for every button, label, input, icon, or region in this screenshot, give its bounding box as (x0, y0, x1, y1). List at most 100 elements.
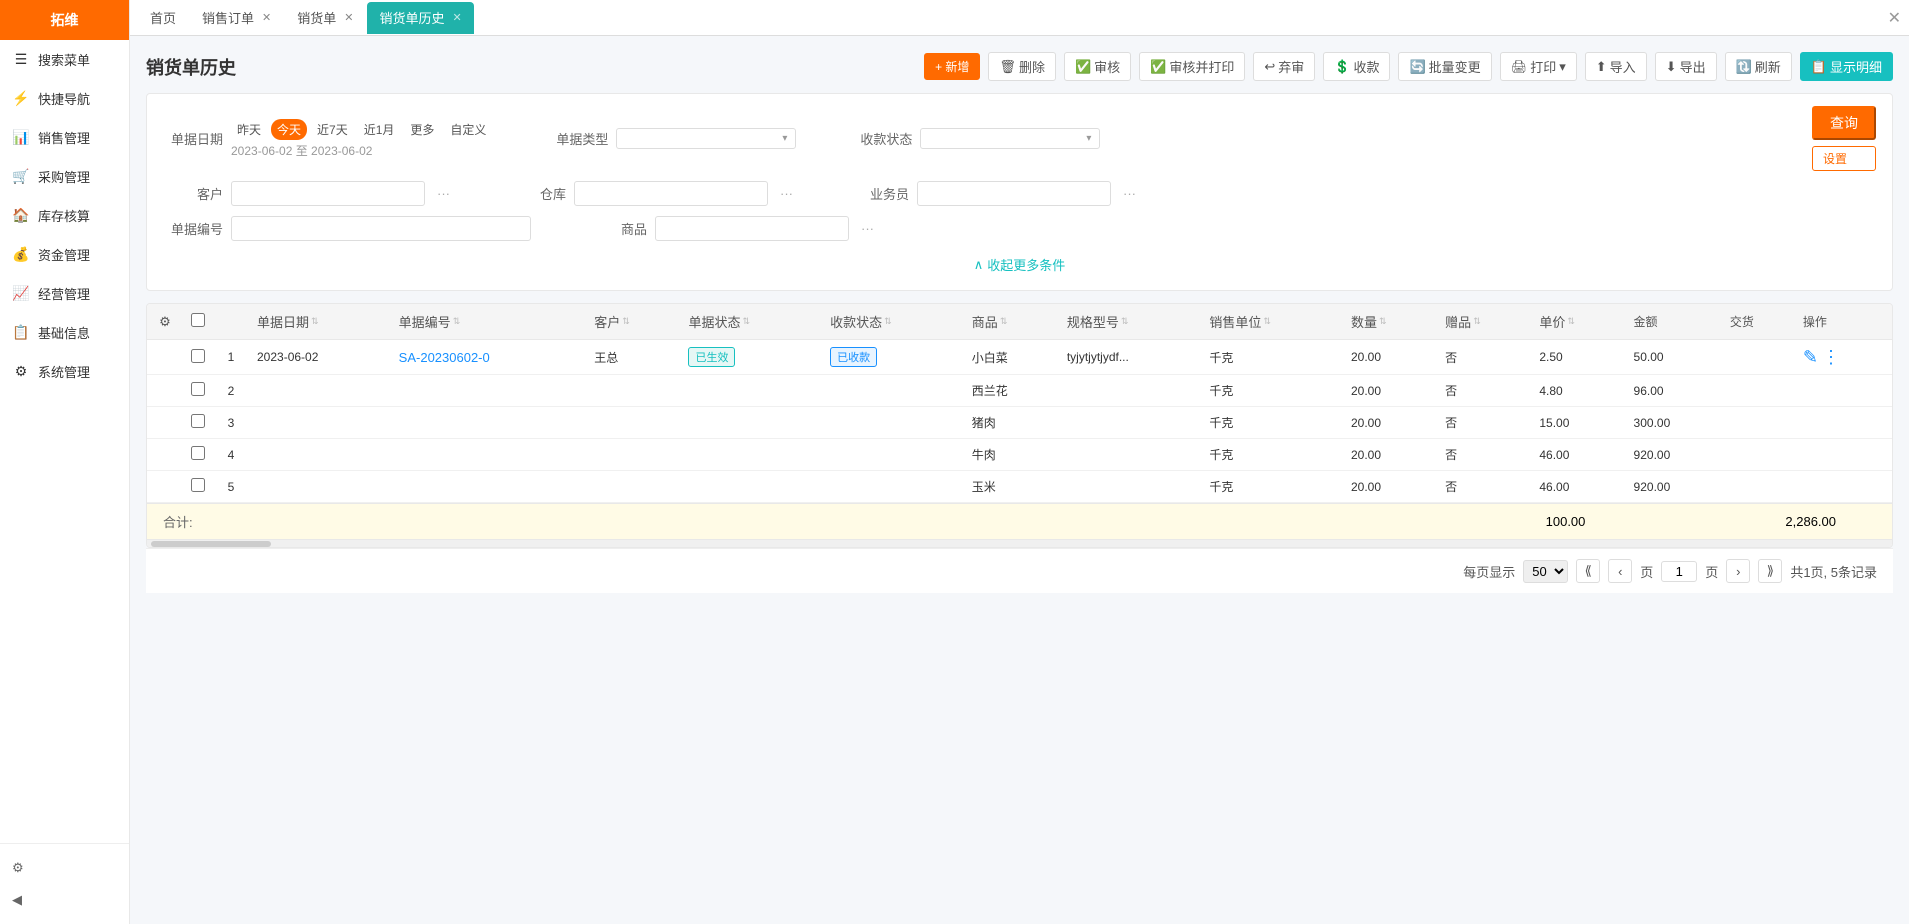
row-check-1[interactable] (183, 340, 213, 375)
date-tab-yesterday[interactable]: 昨天 (231, 119, 267, 140)
th-price[interactable]: 单价 ⇅ (1531, 304, 1625, 340)
paystatus-badge-1: 已收款 (830, 347, 877, 367)
sidebar-item-finance[interactable]: 💰 资金管理 (0, 235, 129, 274)
sidebar-item-operation[interactable]: 📈 经营管理 (0, 274, 129, 313)
row-check-2[interactable] (183, 375, 213, 407)
doc-no-input[interactable] (231, 216, 531, 241)
abandon-button[interactable]: ↩ 弃审 (1253, 52, 1315, 81)
sidebar-item-inventory[interactable]: 🏠 库存核算 (0, 196, 129, 235)
row-status-2 (680, 375, 822, 407)
doc-no-link-1[interactable]: SA-20230602-0 (399, 350, 490, 365)
tab-sales-history-close[interactable]: ✕ (453, 11, 462, 24)
th-setting[interactable]: ⚙ (147, 304, 183, 340)
row-checkbox-5[interactable] (191, 478, 205, 492)
audit-button[interactable]: ✅ 审核 (1064, 52, 1131, 81)
row-checkbox-4[interactable] (191, 446, 205, 460)
page-last-button[interactable]: ⟫ (1758, 559, 1782, 583)
customer-input[interactable] (231, 181, 425, 206)
audit-print-button[interactable]: ✅ 审核并打印 (1139, 52, 1245, 81)
pay-status-dropdown[interactable]: ▾ (920, 128, 1100, 149)
per-page-select[interactable]: 50 (1523, 560, 1568, 583)
type-dropdown[interactable]: ▾ (616, 128, 796, 149)
th-goods[interactable]: 商品 ⇅ (964, 304, 1059, 340)
row-amount-5: 920.00 (1626, 471, 1722, 503)
sidebar-item-quicknav[interactable]: ⚡ 快捷导航 (0, 79, 129, 118)
tab-sales-goods-close[interactable]: ✕ (344, 11, 353, 24)
th-gift[interactable]: 赠品 ⇅ (1437, 304, 1531, 340)
row-price-5: 46.00 (1531, 471, 1625, 503)
warehouse-picker-icon[interactable]: ··· (780, 186, 793, 201)
pay-status-label: 收款状态 (852, 129, 912, 148)
sidebar-item-sales[interactable]: 📊 销售管理 (0, 118, 129, 157)
goods-picker-icon[interactable]: ··· (861, 221, 874, 236)
show-bright-button[interactable]: 📋 显示明细 (1800, 52, 1893, 81)
date-tab-1month[interactable]: 近1月 (358, 119, 401, 140)
salesman-picker-icon[interactable]: ··· (1123, 186, 1136, 201)
row-checkbox-1[interactable] (191, 349, 205, 363)
goods-input[interactable] (655, 216, 849, 241)
query-button[interactable]: 查询 (1812, 106, 1876, 140)
page-first-button[interactable]: ⟪ (1576, 559, 1600, 583)
salesman-input[interactable] (917, 181, 1111, 206)
import-button[interactable]: ⬆ 导入 (1585, 52, 1647, 81)
th-doc-no[interactable]: 单据编号 ⇅ (391, 304, 587, 340)
tab-sales-order[interactable]: 销售订单 ✕ (190, 2, 283, 34)
row-status-4 (680, 439, 822, 471)
sidebar-item-search[interactable]: ☰ 搜索菜单 (0, 40, 129, 79)
tab-bar-close-button[interactable]: ✕ (1888, 8, 1901, 28)
sidebar-collapse-button[interactable]: ◀ (0, 884, 129, 916)
row-checkbox-2[interactable] (191, 382, 205, 396)
sidebar-item-basic-info[interactable]: 📋 基础信息 (0, 313, 129, 352)
settings-button[interactable]: 设置 (1812, 146, 1876, 171)
th-customer[interactable]: 客户 ⇅ (586, 304, 680, 340)
edit-btn-1[interactable]: ✎ (1803, 348, 1818, 366)
select-all-checkbox[interactable] (191, 313, 205, 327)
row-action-3 (1795, 407, 1892, 439)
warehouse-input[interactable] (574, 181, 768, 206)
new-button[interactable]: + 新增 (924, 53, 980, 80)
th-unit[interactable]: 销售单位 ⇅ (1201, 304, 1343, 340)
th-qty[interactable]: 数量 ⇅ (1343, 304, 1437, 340)
tab-sales-history[interactable]: 销货单历史 ✕ (367, 2, 473, 34)
abandon-icon: ↩ (1264, 59, 1275, 75)
th-check[interactable] (183, 304, 213, 340)
sidebar-bottom-settings[interactable]: ⚙ (0, 852, 129, 884)
date-tab-custom[interactable]: 自定义 (444, 119, 492, 140)
page-prev-button[interactable]: ‹ (1608, 559, 1632, 583)
date-tabs-group: 昨天 今天 近7天 近1月 更多 自定义 2023-06-02 至 2023-0… (231, 119, 492, 159)
tab-sales-goods[interactable]: 销货单 ✕ (285, 2, 365, 34)
more-btn-1[interactable]: ⋮ (1822, 348, 1840, 366)
th-spec[interactable]: 规格型号 ⇅ (1059, 304, 1202, 340)
date-label: 单据日期 (163, 129, 223, 148)
row-check-4[interactable] (183, 439, 213, 471)
collapse-filter-button[interactable]: ∧ 收起更多条件 (163, 251, 1876, 278)
row-check-3[interactable] (183, 407, 213, 439)
batch-change-button[interactable]: 🔄 批量变更 (1398, 52, 1491, 81)
sidebar-item-purchase[interactable]: 🛒 采购管理 (0, 157, 129, 196)
type-dropdown-arrow: ▾ (782, 133, 787, 144)
print-button[interactable]: 🖨 打印 ▾ (1500, 52, 1577, 81)
th-status[interactable]: 单据状态 ⇅ (680, 304, 822, 340)
customer-picker-icon[interactable]: ··· (437, 186, 450, 201)
delete-button[interactable]: 🗑 删除 (988, 52, 1056, 81)
export-button[interactable]: ⬇ 导出 (1655, 52, 1717, 81)
refresh-button[interactable]: 🔃 刷新 (1725, 52, 1792, 81)
row-checkbox-3[interactable] (191, 414, 205, 428)
date-tab-more[interactable]: 更多 (404, 119, 440, 140)
scroll-bar[interactable] (147, 539, 1892, 547)
row-date-4 (249, 439, 391, 471)
current-page-input[interactable]: 1 (1661, 561, 1697, 582)
scroll-thumb[interactable] (151, 541, 271, 547)
th-date[interactable]: 单据日期 ⇅ (249, 304, 391, 340)
tab-sales-order-close[interactable]: ✕ (262, 11, 271, 24)
sidebar-item-system[interactable]: ⚙ 系统管理 (0, 352, 129, 391)
collect-button[interactable]: 💲 收款 (1323, 52, 1390, 81)
tab-home[interactable]: 首页 (138, 2, 188, 34)
row-unit-5: 千克 (1201, 471, 1343, 503)
date-tab-7days[interactable]: 近7天 (311, 119, 354, 140)
row-check-5[interactable] (183, 471, 213, 503)
th-pay-status[interactable]: 收款状态 ⇅ (822, 304, 964, 340)
page-next-button[interactable]: › (1726, 559, 1750, 583)
row-docno-1[interactable]: SA-20230602-0 (391, 340, 587, 375)
date-tab-today[interactable]: 今天 (271, 119, 307, 140)
